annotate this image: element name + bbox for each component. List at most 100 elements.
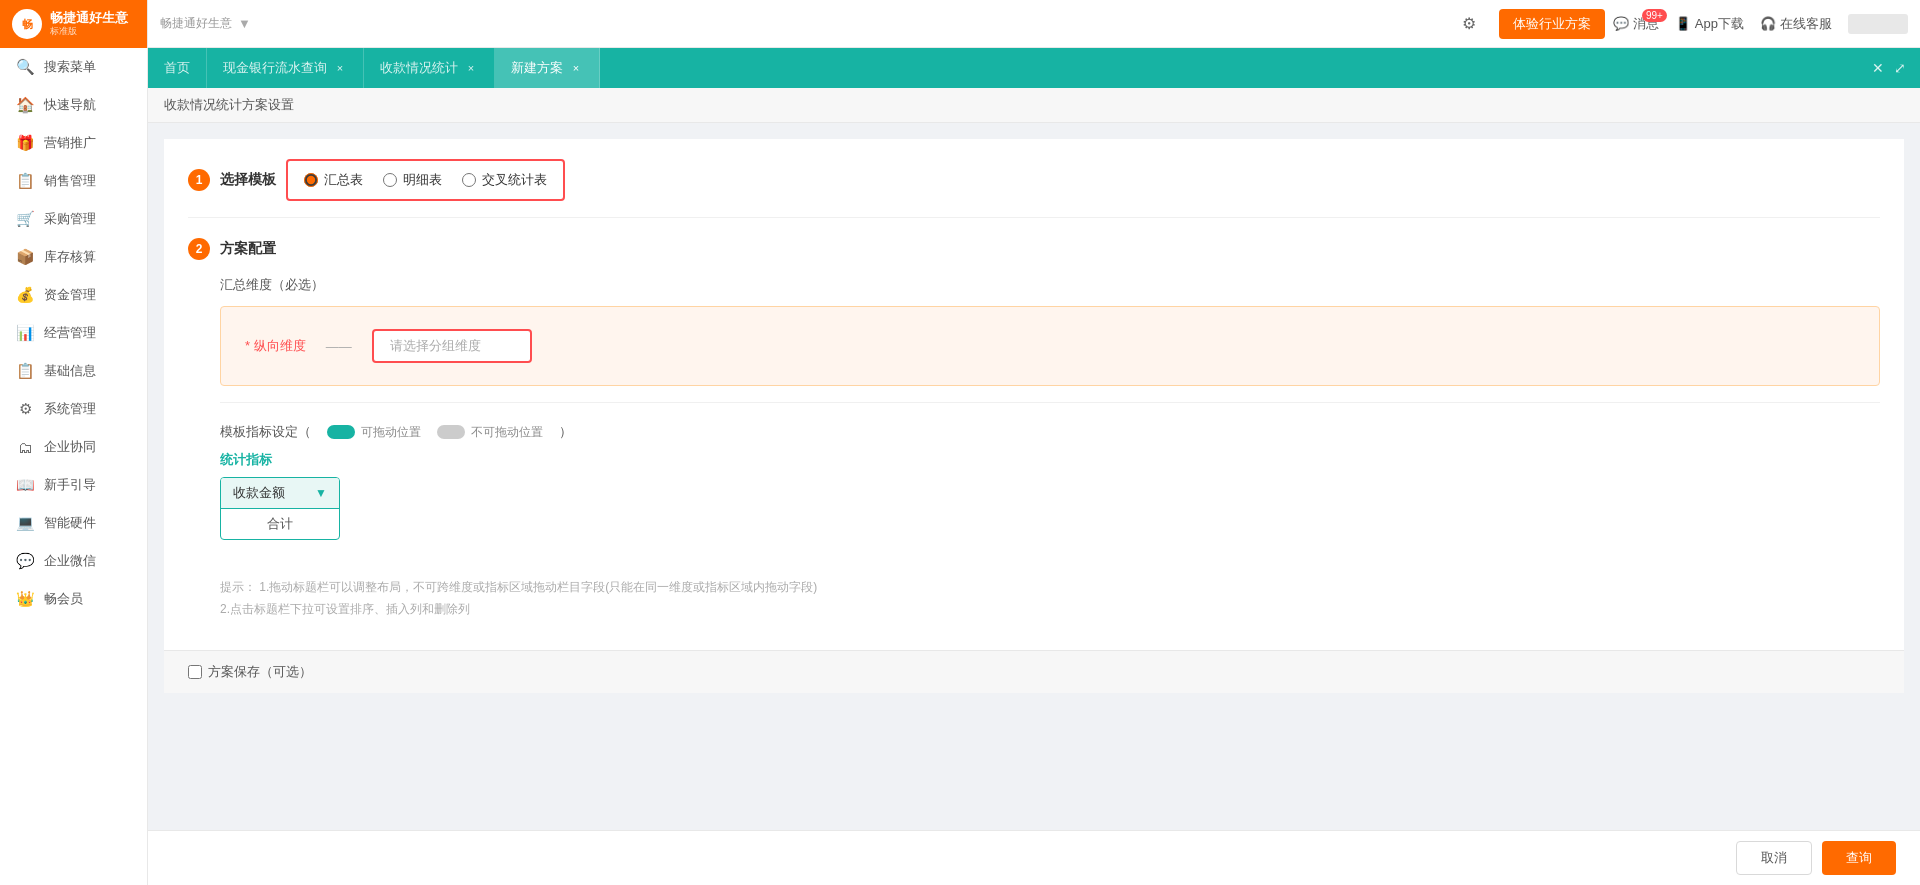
operation-icon: 📊 (16, 324, 34, 342)
sidebar-item-sales[interactable]: 📋 销售管理 (0, 162, 147, 200)
metrics-table: 收款金额 ▼ 合计 (220, 477, 340, 540)
sidebar-item-quick-nav[interactable]: 🏠 快速导航 (0, 86, 147, 124)
save-plan-checkbox[interactable] (188, 665, 202, 679)
section2-title: 方案配置 (220, 240, 276, 258)
page-title-bar: 收款情况统计方案设置 (148, 88, 1920, 123)
tab-new-plan[interactable]: 新建方案 × (495, 48, 600, 88)
query-button[interactable]: 查询 (1822, 841, 1896, 875)
tab-cashflow-close[interactable]: × (333, 61, 347, 75)
radio-summary[interactable]: 汇总表 (304, 171, 363, 189)
metrics-table-row: 合计 (221, 509, 339, 539)
sidebar-item-smart-hw[interactable]: 💻 智能硬件 (0, 504, 147, 542)
breadcrumb: 畅捷通好生意 (160, 15, 232, 32)
gear-button[interactable]: ⚙ (1455, 10, 1483, 38)
notification-bell[interactable]: 💬 消息 99+ (1613, 15, 1659, 33)
notification-count: 99+ (1642, 9, 1667, 22)
sidebar-item-basic[interactable]: 📋 基础信息 (0, 352, 147, 390)
dimension-section: 汇总维度（必选） * 纵向维度 —— 请选择分组维度 模板指标设定（ (188, 276, 1880, 630)
window-maximize-icon[interactable]: ⤢ (1892, 60, 1908, 76)
window-buttons: ✕ ⤢ (1858, 48, 1920, 88)
tip-line-2: 2.点击标题栏下拉可设置排序、插入列和删除列 (220, 599, 1880, 621)
sidebar-item-label: 快速导航 (44, 96, 96, 114)
section1-title: 选择模板 (220, 171, 276, 189)
radio-summary-label: 汇总表 (324, 171, 363, 189)
metrics-table-header[interactable]: 收款金额 ▼ (221, 478, 339, 509)
sidebar-item-weixin[interactable]: 💬 企业微信 (0, 542, 147, 580)
sidebar-logo: 畅 畅捷通好生意 标准版 (0, 0, 147, 48)
chevron-down-icon[interactable]: ▼ (238, 16, 251, 31)
radio-cross-input[interactable] (462, 173, 476, 187)
user-avatar[interactable] (1848, 14, 1908, 34)
logo-title: 畅捷通好生意 (50, 10, 128, 26)
tab-spacer (600, 48, 1858, 88)
sidebar-item-label: 系统管理 (44, 400, 96, 418)
sales-icon: 📋 (16, 172, 34, 190)
cancel-button[interactable]: 取消 (1736, 841, 1812, 875)
tab-new-plan-close[interactable]: × (569, 61, 583, 75)
fund-icon: 💰 (16, 286, 34, 304)
tab-collection-close[interactable]: × (464, 61, 478, 75)
divider1 (188, 217, 1880, 218)
closing-paren: ） (559, 423, 572, 441)
bottom-section: 方案保存（可选） (164, 650, 1904, 693)
sidebar-item-purchase[interactable]: 🛒 采购管理 (0, 200, 147, 238)
radio-detail[interactable]: 明细表 (383, 171, 442, 189)
metrics-group: 统计指标 收款金额 ▼ 合计 (220, 451, 1880, 543)
sidebar: 畅 畅捷通好生意 标准版 🔍 搜索菜单 🏠 快速导航 🎁 营销推广 📋 销售管理… (0, 0, 148, 885)
radio-detail-input[interactable] (383, 173, 397, 187)
radio-summary-input[interactable] (304, 173, 318, 187)
dimension-group-label: 汇总维度（必选） (220, 276, 1880, 294)
online-support-link[interactable]: 🎧 在线客服 (1760, 15, 1832, 33)
support-icon: 🎧 (1760, 16, 1776, 31)
drag-movable-label: 可拖动位置 (361, 424, 421, 441)
page-title: 收款情况统计方案设置 (164, 97, 294, 112)
sidebar-item-guide[interactable]: 📖 新手引导 (0, 466, 147, 504)
member-icon: 👑 (16, 590, 34, 608)
home-icon: 🏠 (16, 96, 34, 114)
online-support-label: 在线客服 (1780, 15, 1832, 33)
sidebar-item-label: 销售管理 (44, 172, 96, 190)
sidebar-item-system[interactable]: ⚙ 系统管理 (0, 390, 147, 428)
drag-immovable-label: 不可拖动位置 (471, 424, 543, 441)
metrics-label: 模板指标设定（ 可拖动位置 不可拖动位置 ） (220, 423, 1880, 441)
tab-collection[interactable]: 收款情况统计 × (364, 48, 495, 88)
logo-icon: 畅 (12, 9, 42, 39)
main-area: 畅捷通好生意 ▼ ⚙ 体验行业方案 💬 消息 99+ 📱 App下载 🎧 在线客… (148, 0, 1920, 885)
purchase-icon: 🛒 (16, 210, 34, 228)
window-close-icon[interactable]: ✕ (1870, 60, 1886, 76)
tab-home-label: 首页 (164, 59, 190, 77)
inventory-icon: 📦 (16, 248, 34, 266)
tab-collection-label: 收款情况统计 (380, 59, 458, 77)
sidebar-item-label: 经营管理 (44, 324, 96, 342)
breadcrumb-area: 畅捷通好生意 ▼ (160, 15, 1447, 32)
sidebar-item-operation[interactable]: 📊 经营管理 (0, 314, 147, 352)
app-download-link[interactable]: 📱 App下载 (1675, 15, 1744, 33)
weixin-icon: 💬 (16, 552, 34, 570)
sidebar-item-label: 基础信息 (44, 362, 96, 380)
chevron-down-icon[interactable]: ▼ (315, 486, 327, 500)
section2-header: 2 方案配置 (188, 238, 1880, 260)
radio-cross-label: 交叉统计表 (482, 171, 547, 189)
sidebar-item-member[interactable]: 👑 畅会员 (0, 580, 147, 618)
sidebar-item-label: 营销推广 (44, 134, 96, 152)
metrics-section: 模板指标设定（ 可拖动位置 不可拖动位置 ） (220, 423, 1880, 543)
tab-home[interactable]: 首页 (148, 48, 207, 88)
save-plan-checkbox-label[interactable]: 方案保存（可选） (188, 663, 312, 681)
form-card: 1 选择模板 汇总表 明细表 交叉统计表 (164, 139, 1904, 650)
footer-bar: 取消 查询 (148, 830, 1920, 885)
dimension-select[interactable]: 请选择分组维度 (372, 329, 532, 363)
header-right: 💬 消息 99+ 📱 App下载 🎧 在线客服 (1613, 14, 1908, 34)
search-menu-icon: 🔍 (16, 58, 34, 76)
sidebar-item-marketing[interactable]: 🎁 营销推广 (0, 124, 147, 162)
template-select-box: 汇总表 明细表 交叉统计表 (286, 159, 565, 201)
sidebar-item-fund[interactable]: 💰 资金管理 (0, 276, 147, 314)
industry-solution-button[interactable]: 体验行业方案 (1499, 9, 1605, 39)
sidebar-item-inventory[interactable]: 📦 库存核算 (0, 238, 147, 276)
sidebar-item-search-menu[interactable]: 🔍 搜索菜单 (0, 48, 147, 86)
sidebar-item-enterprise[interactable]: 🗂 企业协同 (0, 428, 147, 466)
tab-new-plan-label: 新建方案 (511, 59, 563, 77)
dimension-grid: * 纵向维度 —— 请选择分组维度 (220, 306, 1880, 386)
radio-cross[interactable]: 交叉统计表 (462, 171, 547, 189)
tab-cashflow[interactable]: 现金银行流水查询 × (207, 48, 364, 88)
enterprise-icon: 🗂 (16, 438, 34, 456)
